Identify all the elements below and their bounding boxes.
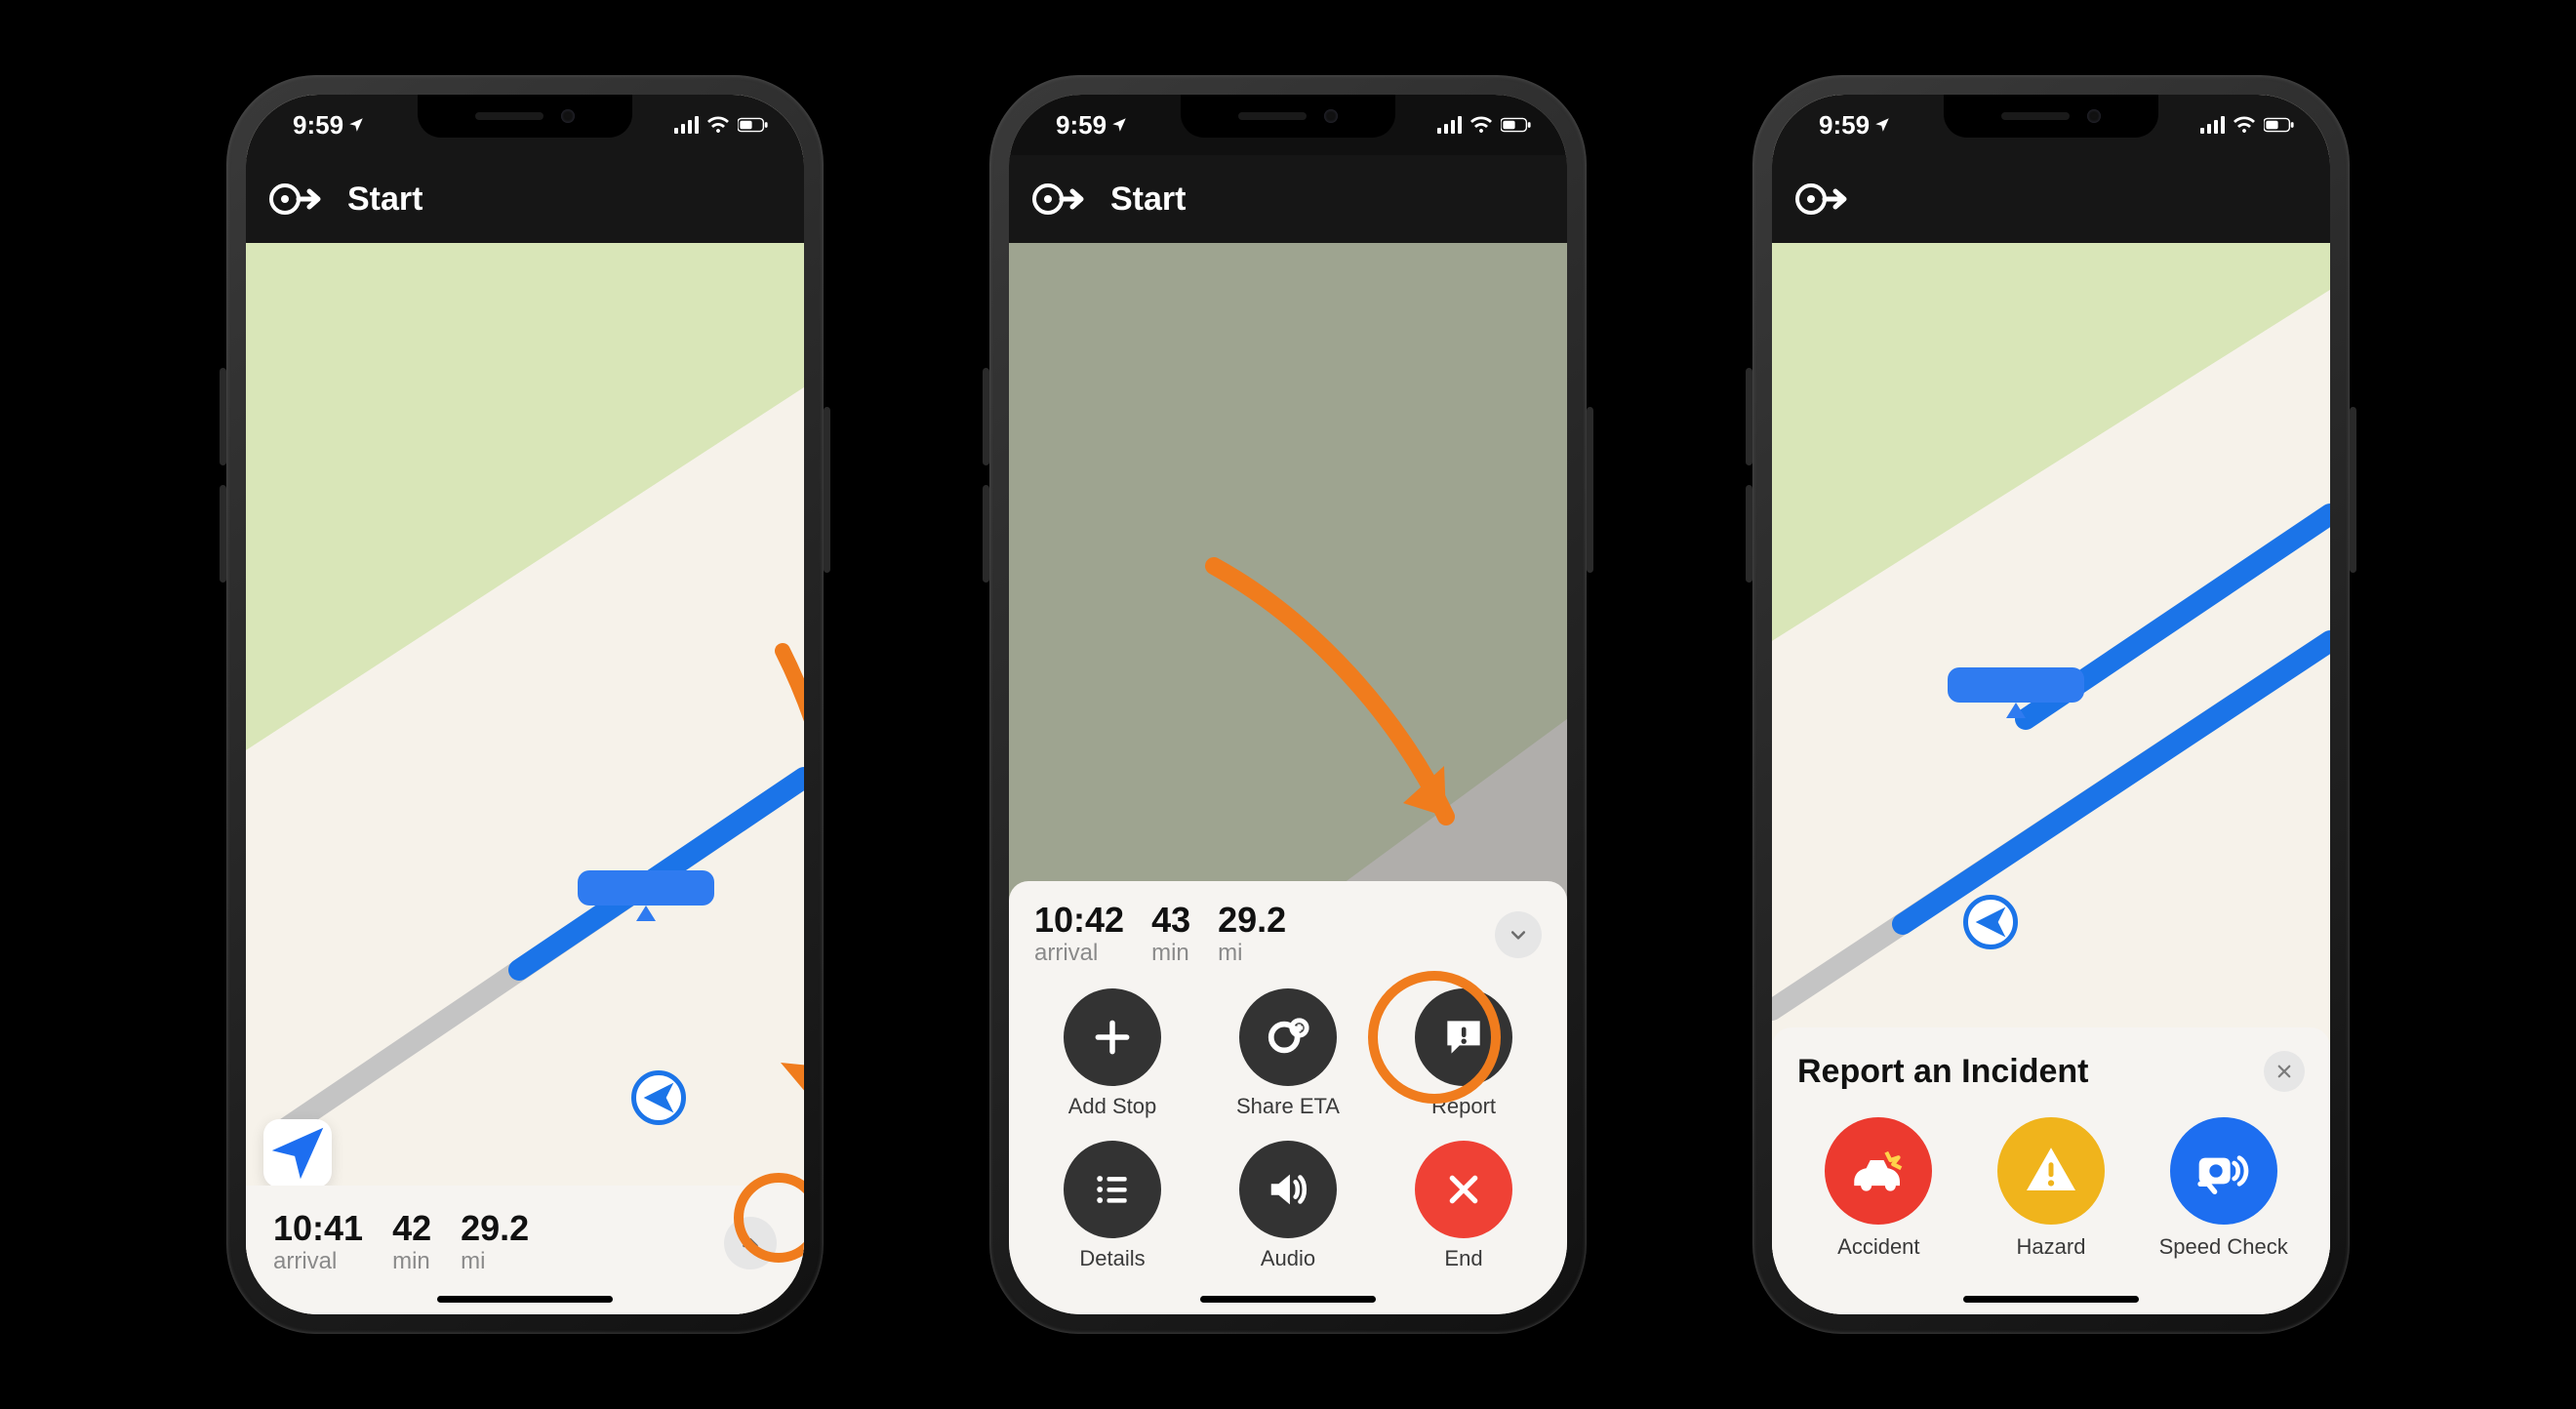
route-distance: 29.2 mi [461, 1211, 529, 1275]
navigation-start-label: Start [1110, 181, 1186, 219]
wifi-icon [2233, 116, 2256, 134]
home-indicator[interactable] [1963, 1296, 2139, 1303]
location-services-icon [1873, 110, 1891, 141]
plus-icon [1091, 1016, 1134, 1059]
map[interactable] [246, 95, 804, 1314]
start-route-icon [1030, 171, 1087, 227]
hazard-icon [2022, 1142, 2080, 1200]
route-distance: 29.2 mi [1218, 903, 1286, 967]
status-time: 9:59 [1819, 110, 1891, 141]
collapse-route-button[interactable] [1495, 911, 1542, 958]
route-panel-expanded: 10:42 arrival 43 min 29.2 mi Ad [1009, 881, 1567, 1314]
incident-accident-label: Accident [1837, 1234, 1919, 1260]
chevron-down-icon [1509, 925, 1528, 945]
report-icon [1439, 1013, 1488, 1062]
cell-signal-icon [674, 116, 699, 134]
details-button[interactable]: Details [1034, 1141, 1190, 1271]
navigation-header: Start [1009, 155, 1567, 243]
details-label: Details [1079, 1246, 1145, 1271]
route-arrival: 10:42 arrival [1034, 903, 1124, 967]
start-route-icon [1793, 171, 1850, 227]
expand-route-button[interactable] [724, 1217, 777, 1269]
add-stop-label: Add Stop [1068, 1094, 1157, 1119]
share-eta-label: Share ETA [1236, 1094, 1340, 1119]
incident-accident-button[interactable]: Accident [1797, 1117, 1960, 1260]
share-eta-icon [1266, 1015, 1310, 1060]
route-duration: 43 min [1151, 903, 1190, 967]
incident-hazard-button[interactable]: Hazard [1970, 1117, 2133, 1260]
incident-speed-check-label: Speed Check [2159, 1234, 2288, 1260]
phone-2: 9:59 Start [989, 75, 1587, 1334]
navigation-header: Start [246, 155, 804, 243]
cell-signal-icon [2200, 116, 2225, 134]
battery-icon [738, 117, 769, 133]
close-icon [2275, 1063, 2293, 1080]
home-indicator[interactable] [1200, 1296, 1376, 1303]
navigation-header [1772, 155, 2330, 243]
wifi-icon [1469, 116, 1493, 134]
report-panel-title: Report an Incident [1797, 1053, 2088, 1091]
end-label: End [1444, 1246, 1482, 1271]
speed-check-icon [2193, 1140, 2255, 1202]
report-incident-panel: Report an Incident Accident [1772, 1027, 2330, 1314]
close-icon [1444, 1170, 1483, 1209]
route-arrival: 10:41 arrival [273, 1211, 363, 1275]
share-eta-button[interactable]: Share ETA [1210, 988, 1366, 1119]
add-stop-button[interactable]: Add Stop [1034, 988, 1190, 1119]
close-button[interactable] [2264, 1051, 2305, 1092]
wifi-icon [706, 116, 730, 134]
phone-3: 9:59 [1752, 75, 2350, 1334]
report-label: Report [1431, 1094, 1496, 1119]
status-time: 9:59 [293, 110, 365, 141]
accident-icon [1846, 1139, 1911, 1203]
start-route-icon [267, 171, 324, 227]
home-indicator[interactable] [437, 1296, 613, 1303]
heading-indicator-icon [631, 1070, 686, 1125]
audio-button[interactable]: Audio [1210, 1141, 1366, 1271]
list-icon [1091, 1168, 1134, 1211]
location-services-icon [347, 110, 365, 141]
end-button[interactable]: End [1386, 1141, 1542, 1271]
incident-hazard-label: Hazard [2017, 1234, 2086, 1260]
battery-icon [2264, 117, 2295, 133]
report-button[interactable]: Report [1386, 988, 1542, 1119]
speaker-icon [1266, 1167, 1310, 1212]
recenter-button[interactable] [263, 1119, 332, 1188]
location-services-icon [1110, 110, 1128, 141]
audio-label: Audio [1261, 1246, 1315, 1271]
status-time: 9:59 [1056, 110, 1128, 141]
heading-indicator-icon [1963, 895, 2018, 949]
phone-1: 9:59 Start [226, 75, 824, 1334]
route-duration: 42 min [392, 1211, 431, 1275]
cell-signal-icon [1437, 116, 1462, 134]
navigation-start-label: Start [347, 181, 423, 219]
incident-speed-check-button[interactable]: Speed Check [2142, 1117, 2305, 1260]
battery-icon [1501, 117, 1532, 133]
chevron-up-icon [740, 1232, 761, 1254]
